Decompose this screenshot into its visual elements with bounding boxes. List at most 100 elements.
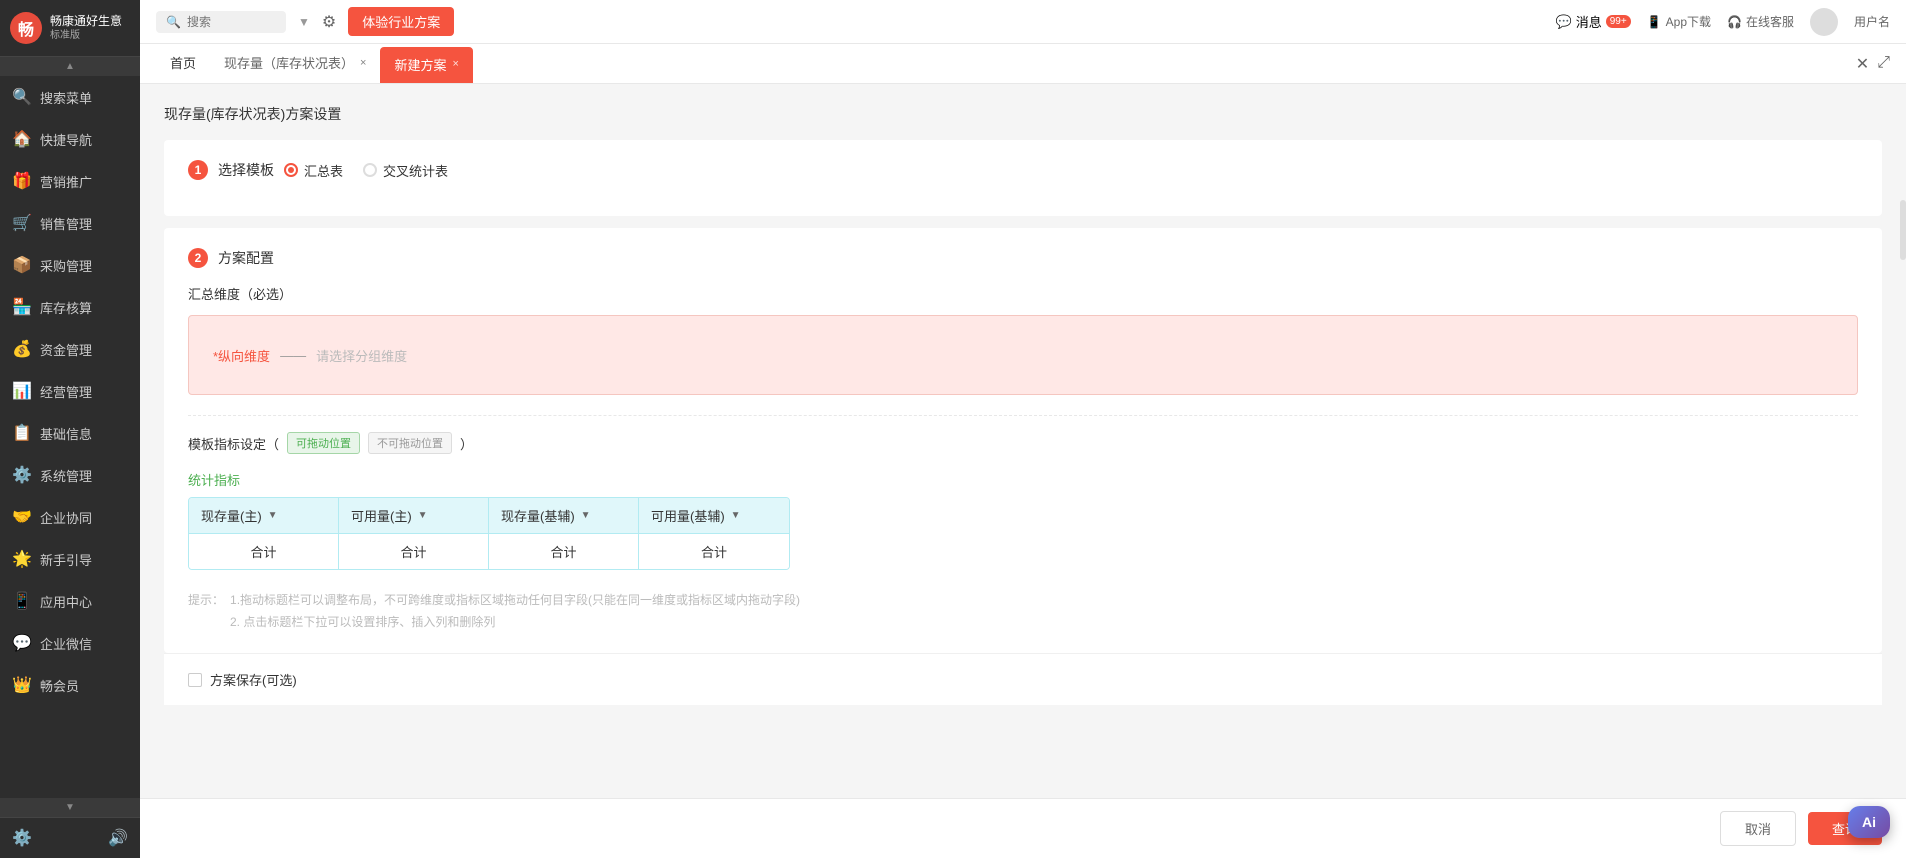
sidebar-item-finance[interactable]: 💰 资金管理 (0, 328, 140, 370)
stats-table: 现存量(主) ▼ 可用量(主) ▼ 现存量(基辅) ▼ 可用量(基辅) (188, 497, 790, 570)
tab-close-icon[interactable]: ✕ (1856, 54, 1869, 74)
cancel-button[interactable]: 取消 (1720, 811, 1796, 846)
sidebar-item-label: 搜索菜单 (40, 88, 92, 107)
sidebar-item-sales[interactable]: 🛒 销售管理 (0, 202, 140, 244)
main-area: 🔍 ▼ ⚙ 体验行业方案 💬 消息 99+ 📱 App下载 🎧 在线客服 用户名 (140, 0, 1906, 858)
tabs-controls: ✕ ⤢ (1856, 54, 1890, 74)
box-icon: 📦 (12, 255, 32, 275)
sidebar-logo: 畅 畅康通好生意 标准版 (0, 0, 140, 57)
indicator-settings-label: 模板指标设定（ 可拖动位置 不可拖动位置 ） (188, 432, 1858, 454)
sidebar-item-operations[interactable]: 📊 经营管理 (0, 370, 140, 412)
search-icon: 🔍 (12, 87, 32, 107)
dimension-area[interactable]: *纵向维度 —— 请选择分组维度 (188, 315, 1858, 395)
stats-section: 统计指标 现存量(主) ▼ 可用量(主) ▼ 现存量(基辅) (188, 470, 1858, 570)
cell-0-2: 合计 (489, 534, 639, 569)
mobile-icon: 📱 (12, 591, 32, 611)
sidebar-scroll-up[interactable]: ▲ (0, 57, 140, 76)
radio-summary-circle (284, 163, 298, 177)
sidebar-item-member[interactable]: 👑 畅会员 (0, 664, 140, 706)
online-service-button[interactable]: 🎧 在线客服 (1727, 13, 1794, 30)
tab-inventory[interactable]: 现存量（库存状况表） × (210, 44, 380, 84)
stats-table-header: 现存量(主) ▼ 可用量(主) ▼ 现存量(基辅) ▼ 可用量(基辅) (189, 498, 789, 533)
col-3-chevron[interactable]: ▼ (731, 510, 741, 521)
step2-section: 2 方案配置 汇总维度（必选） *纵向维度 —— 请选择分组维度 模板指标设定（… (164, 228, 1882, 653)
chat-icon: 💬 (12, 633, 32, 653)
sidebar-item-agreement[interactable]: 🤝 企业协同 (0, 496, 140, 538)
non-draggable-badge: 不可拖动位置 (368, 432, 452, 454)
sidebar-item-label: 采购管理 (40, 256, 92, 275)
sidebar-item-marketing[interactable]: 🎁 营销推广 (0, 160, 140, 202)
sidebar-item-label: 应用中心 (40, 592, 92, 611)
sidebar-item-inventory[interactable]: 🏪 库存核算 (0, 286, 140, 328)
sidebar-item-label: 销售管理 (40, 214, 92, 233)
save-checkbox[interactable] (188, 673, 202, 687)
sidebar-item-new-guide[interactable]: 🌟 新手引导 (0, 538, 140, 580)
sidebar-item-label: 库存核算 (40, 298, 92, 317)
gift-icon: 🎁 (12, 171, 32, 191)
radio-cross-circle (363, 163, 377, 177)
tip-2: 2. 点击标题栏下拉可以设置排序、插入列和删除列 (188, 612, 1858, 634)
sidebar-item-system[interactable]: ⚙️ 系统管理 (0, 454, 140, 496)
app-download-label: App下载 (1666, 13, 1711, 30)
sound-footer-icon[interactable]: 🔊 (108, 828, 128, 848)
sidebar-item-basic[interactable]: 📋 基础信息 (0, 412, 140, 454)
col-1-label: 可用量(主) (351, 506, 412, 525)
vertical-required-label: *纵向维度 (213, 346, 270, 365)
settings-footer-icon[interactable]: ⚙️ (12, 828, 32, 848)
tab-expand-icon[interactable]: ⤢ (1877, 54, 1890, 74)
crown-icon: 👑 (12, 675, 32, 695)
search-input[interactable] (187, 15, 267, 29)
col-2-chevron[interactable]: ▼ (581, 510, 591, 521)
dimension-placeholder: 请选择分组维度 (316, 346, 407, 365)
user-avatar (1810, 8, 1838, 36)
resize-handle[interactable] (1900, 200, 1906, 260)
search-icon: 🔍 (166, 15, 181, 29)
step1-badge: 1 (188, 160, 208, 180)
draggable-badge: 可拖动位置 (287, 432, 360, 454)
tabs-bar: 首页 现存量（库存状况表） × 新建方案 × ✕ ⤢ (140, 44, 1906, 84)
sidebar-item-purchase[interactable]: 📦 采购管理 (0, 244, 140, 286)
sidebar-nav: 🔍 搜索菜单 🏠 快捷导航 🎁 营销推广 🛒 销售管理 📦 采购管理 🏪 库存核… (0, 76, 140, 798)
topbar-right: 💬 消息 99+ 📱 App下载 🎧 在线客服 用户名 (1556, 8, 1890, 36)
sidebar-item-label: 经营管理 (40, 382, 92, 401)
tip-2-text: 2. 点击标题栏下拉可以设置排序、插入列和删除列 (230, 612, 495, 634)
sidebar-item-label: 畅会员 (40, 676, 79, 695)
save-option: 方案保存(可选) (164, 653, 1882, 705)
sidebar-item-wechat[interactable]: 💬 企业微信 (0, 622, 140, 664)
col-1: 可用量(主) ▼ (339, 498, 489, 533)
topbar-chevron-icon[interactable]: ▼ (298, 15, 310, 29)
inventory-tab-close[interactable]: × (360, 57, 366, 69)
topbar-gear-icon[interactable]: ⚙ (322, 12, 336, 32)
radio-summary-label: 汇总表 (304, 161, 343, 180)
col-1-chevron[interactable]: ▼ (418, 510, 428, 521)
app-name: 畅康通好生意 (50, 14, 122, 30)
username-label[interactable]: 用户名 (1854, 13, 1890, 30)
info-icon: 📋 (12, 423, 32, 443)
sidebar-item-search[interactable]: 🔍 搜索菜单 (0, 76, 140, 118)
tab-new-plan[interactable]: 新建方案 × (380, 47, 472, 83)
ai-button[interactable]: Ai (1848, 806, 1890, 838)
sidebar-scroll-down[interactable]: ▼ (0, 798, 140, 817)
new-plan-tab-close[interactable]: × (452, 58, 458, 70)
tip-1: 提示： 1.拖动标题栏可以调整布局，不可跨维度或指标区域拖动任何目字段(只能在同… (188, 590, 1858, 612)
tab-home[interactable]: 首页 (156, 44, 210, 84)
message-button[interactable]: 💬 消息 99+ (1556, 12, 1631, 31)
cart-icon: 🛒 (12, 213, 32, 233)
service-label: 在线客服 (1746, 13, 1794, 30)
inventory-tab-label: 现存量（库存状况表） (224, 53, 354, 72)
chart-icon: 📊 (12, 381, 32, 401)
app-download-button[interactable]: 📱 App下载 (1647, 13, 1711, 30)
col-0-chevron[interactable]: ▼ (268, 510, 278, 521)
stats-table-row: 合计 合计 合计 合计 (189, 533, 789, 569)
store-icon: 🏪 (12, 297, 32, 317)
col-2-label: 现存量(基辅) (501, 506, 575, 525)
trial-button[interactable]: 体验行业方案 (348, 7, 454, 36)
radio-cross[interactable]: 交叉统计表 (363, 161, 448, 180)
sidebar-item-app-center[interactable]: 📱 应用中心 (0, 580, 140, 622)
app-edition: 标准版 (50, 29, 122, 42)
page-title: 现存量(库存状况表)方案设置 (164, 104, 1882, 124)
sidebar-item-label: 基础信息 (40, 424, 92, 443)
radio-summary[interactable]: 汇总表 (284, 161, 343, 180)
search-box[interactable]: 🔍 (156, 11, 286, 33)
sidebar-item-quick-nav[interactable]: 🏠 快捷导航 (0, 118, 140, 160)
